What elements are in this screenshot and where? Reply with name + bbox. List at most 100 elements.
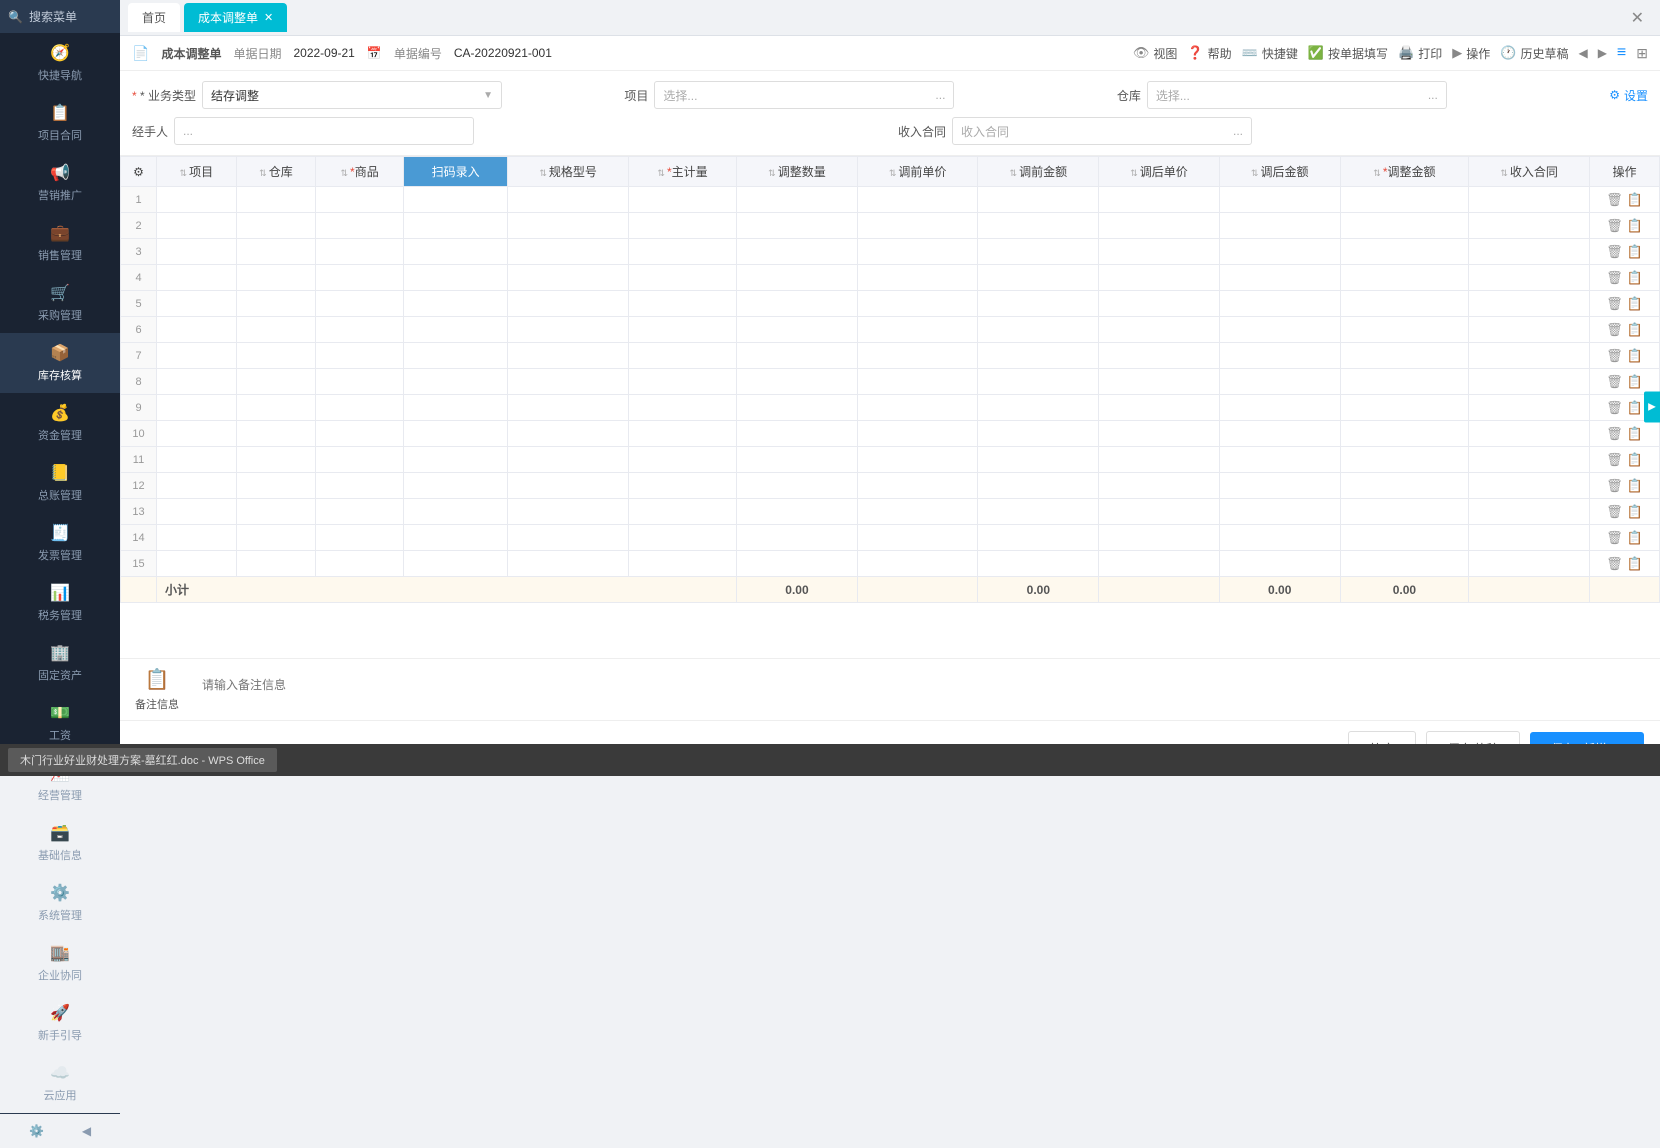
- cell-scan[interactable]: [403, 317, 507, 343]
- cell-income-contract[interactable]: [1469, 213, 1590, 239]
- cell-income-contract[interactable]: [1469, 291, 1590, 317]
- delete-icon[interactable]: 🗑: [1606, 426, 1623, 442]
- cell-project[interactable]: [157, 239, 237, 265]
- delete-icon[interactable]: 🗑: [1606, 244, 1623, 260]
- cell-adjust-qty[interactable]: [737, 525, 858, 551]
- cell-product[interactable]: [316, 343, 404, 369]
- cell-after-price[interactable]: [1099, 213, 1220, 239]
- cell-unit[interactable]: [628, 265, 736, 291]
- sidebar-item-quick-nav[interactable]: 🧭 快捷导航: [0, 33, 120, 93]
- cell-product[interactable]: [316, 187, 404, 213]
- cell-after-amount[interactable]: [1219, 343, 1340, 369]
- cell-scan[interactable]: [403, 395, 507, 421]
- copy-icon[interactable]: 📋: [1627, 270, 1643, 286]
- cell-warehouse[interactable]: [236, 369, 316, 395]
- cell-adjust-amount[interactable]: [1340, 473, 1469, 499]
- cell-product[interactable]: [316, 317, 404, 343]
- cell-after-price[interactable]: [1099, 239, 1220, 265]
- calendar-icon[interactable]: 📅: [367, 46, 382, 60]
- cell-before-amount[interactable]: [978, 525, 1099, 551]
- sidebar-search[interactable]: 🔍 搜索菜单: [0, 0, 120, 33]
- cell-warehouse[interactable]: [236, 291, 316, 317]
- cell-warehouse[interactable]: [236, 551, 316, 577]
- cell-spec[interactable]: [508, 395, 629, 421]
- table-row[interactable]: 3🗑📋: [121, 239, 1660, 265]
- cell-adjust-qty[interactable]: [737, 473, 858, 499]
- layout2-button[interactable]: ⊞: [1636, 45, 1648, 62]
- sidebar-item-sys-mgmt[interactable]: ⚙️ 系统管理: [0, 873, 120, 933]
- copy-icon[interactable]: 📋: [1627, 504, 1643, 520]
- cell-income-contract[interactable]: [1469, 187, 1590, 213]
- cell-before-amount[interactable]: [978, 343, 1099, 369]
- copy-icon[interactable]: 📋: [1627, 322, 1643, 338]
- cell-scan[interactable]: [403, 551, 507, 577]
- col-settings[interactable]: ⚙: [121, 157, 157, 187]
- layout1-button[interactable]: ≡: [1617, 44, 1626, 62]
- table-row[interactable]: 13🗑📋: [121, 499, 1660, 525]
- cell-adjust-amount[interactable]: [1340, 291, 1469, 317]
- cell-scan[interactable]: [403, 473, 507, 499]
- cell-income-contract[interactable]: [1469, 499, 1590, 525]
- hotkey-button[interactable]: ⌨️ 快捷键: [1242, 45, 1298, 62]
- cell-adjust-qty[interactable]: [737, 291, 858, 317]
- operation-button[interactable]: ▶ 操作: [1452, 45, 1490, 62]
- cell-warehouse[interactable]: [236, 187, 316, 213]
- cell-before-price[interactable]: [857, 317, 978, 343]
- cell-adjust-amount[interactable]: [1340, 317, 1469, 343]
- cell-after-amount[interactable]: [1219, 551, 1340, 577]
- cell-income-contract[interactable]: [1469, 473, 1590, 499]
- cell-unit[interactable]: [628, 421, 736, 447]
- cell-project[interactable]: [157, 447, 237, 473]
- cell-after-price[interactable]: [1099, 525, 1220, 551]
- cell-adjust-amount[interactable]: [1340, 213, 1469, 239]
- nav-right-button[interactable]: ▶: [1598, 46, 1607, 60]
- delete-icon[interactable]: 🗑: [1606, 400, 1623, 416]
- sidebar-item-finance[interactable]: 💰 资金管理: [0, 393, 120, 453]
- cell-income-contract[interactable]: [1469, 421, 1590, 447]
- cell-after-amount[interactable]: [1219, 447, 1340, 473]
- cell-scan[interactable]: [403, 187, 507, 213]
- copy-icon[interactable]: 📋: [1627, 348, 1643, 364]
- cell-scan[interactable]: [403, 525, 507, 551]
- cell-product[interactable]: [316, 291, 404, 317]
- sidebar-item-basic-info[interactable]: 🗃️ 基础信息: [0, 813, 120, 873]
- cell-after-price[interactable]: [1099, 187, 1220, 213]
- cell-adjust-amount[interactable]: [1340, 525, 1469, 551]
- tab-cost-adjust[interactable]: 成本调整单 ✕: [184, 3, 287, 32]
- cell-after-amount[interactable]: [1219, 317, 1340, 343]
- cell-warehouse[interactable]: [236, 447, 316, 473]
- table-row[interactable]: 10🗑📋: [121, 421, 1660, 447]
- cell-income-contract[interactable]: [1469, 343, 1590, 369]
- cell-spec[interactable]: [508, 525, 629, 551]
- copy-icon[interactable]: 📋: [1627, 192, 1643, 208]
- print-button[interactable]: 🖨️ 打印: [1398, 45, 1442, 62]
- cell-project[interactable]: [157, 421, 237, 447]
- cell-before-price[interactable]: [857, 369, 978, 395]
- sidebar-item-cloud[interactable]: ☁️ 云应用: [0, 1053, 120, 1113]
- cell-adjust-amount[interactable]: [1340, 421, 1469, 447]
- cell-before-amount[interactable]: [978, 317, 1099, 343]
- cell-before-amount[interactable]: [978, 473, 1099, 499]
- cell-product[interactable]: [316, 525, 404, 551]
- cell-spec[interactable]: [508, 265, 629, 291]
- income-contract-input[interactable]: 收入合同 ...: [952, 117, 1252, 145]
- cell-before-amount[interactable]: [978, 291, 1099, 317]
- cell-after-price[interactable]: [1099, 317, 1220, 343]
- cell-adjust-qty[interactable]: [737, 343, 858, 369]
- cell-project[interactable]: [157, 317, 237, 343]
- table-row[interactable]: 4🗑📋: [121, 265, 1660, 291]
- cell-adjust-qty[interactable]: [737, 213, 858, 239]
- sidebar-item-invoice[interactable]: 🧾 发票管理: [0, 513, 120, 573]
- cell-adjust-qty[interactable]: [737, 239, 858, 265]
- cell-project[interactable]: [157, 187, 237, 213]
- cell-product[interactable]: [316, 421, 404, 447]
- window-close-button[interactable]: ✕: [1623, 8, 1652, 28]
- cell-adjust-amount[interactable]: [1340, 551, 1469, 577]
- cell-income-contract[interactable]: [1469, 447, 1590, 473]
- cell-project[interactable]: [157, 343, 237, 369]
- cell-warehouse[interactable]: [236, 421, 316, 447]
- cell-before-amount[interactable]: [978, 421, 1099, 447]
- cell-product[interactable]: [316, 213, 404, 239]
- help-button[interactable]: ❓ 帮助: [1187, 45, 1231, 62]
- cell-product[interactable]: [316, 239, 404, 265]
